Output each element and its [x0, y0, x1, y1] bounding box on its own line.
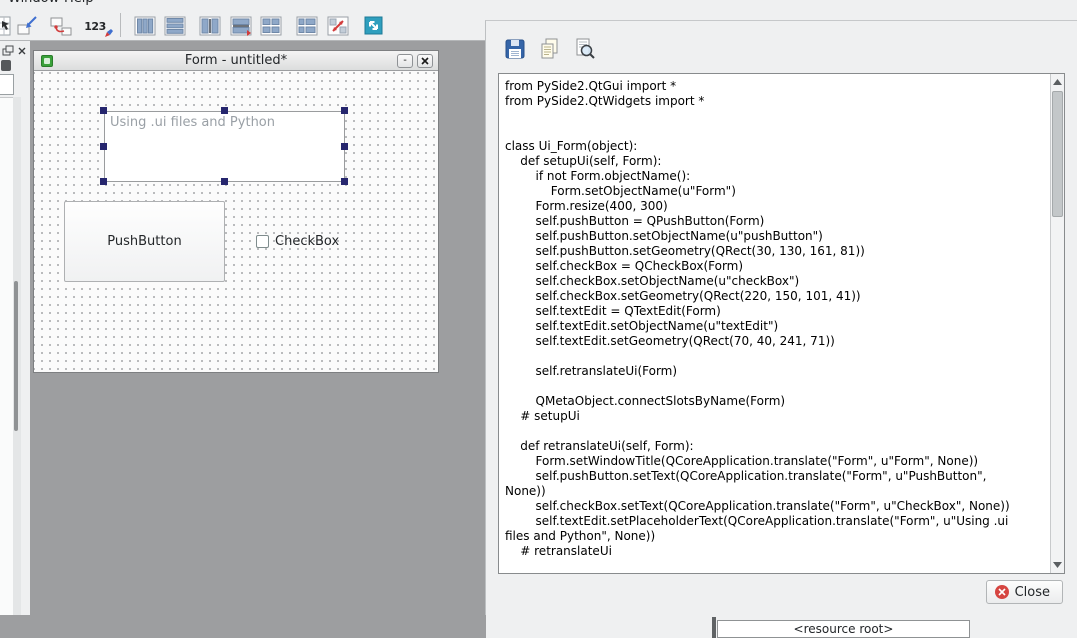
textedit-placeholder: Using .ui files and Python [105, 112, 344, 133]
layout-grid-icon [259, 14, 283, 38]
break-layout-icon [326, 14, 350, 38]
bottom-panel-area: <resource root> [486, 615, 1077, 638]
scrollbar-thumb[interactable] [14, 281, 18, 431]
widget-box-mode-icon[interactable] [1, 60, 11, 71]
arrow-up-icon [1053, 79, 1062, 85]
adjust-size-button[interactable] [360, 12, 388, 40]
form-window-title: Form - untitled* [34, 53, 438, 68]
dock-float-button[interactable] [1, 44, 14, 57]
code-scrollbar[interactable] [1050, 74, 1064, 573]
close-dialog-button[interactable]: Close [986, 580, 1063, 604]
checkbox-indicator [256, 235, 269, 248]
widget-box-list[interactable] [0, 97, 13, 615]
layout-horizontal-splitter-button[interactable] [196, 12, 224, 40]
close-icon [421, 57, 429, 65]
form-minimize-button[interactable]: - [397, 54, 413, 68]
code-preview-dialog: from PySide2.QtGui import * from PySide2… [485, 20, 1077, 615]
edit-signals-slots-icon [16, 14, 40, 38]
selection-handle-ne[interactable] [341, 107, 348, 114]
form-close-button[interactable] [417, 54, 433, 68]
pushbutton-widget[interactable]: PushButton [64, 201, 225, 282]
selection-handle-sw[interactable] [100, 178, 107, 185]
selection-handle-n[interactable] [221, 107, 228, 114]
layout-vertical-splitter-icon [229, 14, 253, 38]
layout-form-icon [295, 14, 319, 38]
adjust-size-icon [362, 14, 386, 38]
layout-horizontal-icon [133, 14, 157, 38]
widget-box-scrollbar[interactable] [13, 97, 21, 615]
selection-handle-e[interactable] [341, 143, 348, 150]
python-code: from PySide2.QtGui import * from PySide2… [499, 74, 1030, 564]
float-icon [2, 45, 14, 57]
close-button-label: Close [1015, 585, 1050, 600]
layout-vertical-icon [163, 14, 187, 38]
edit-tab-order-button[interactable]: 123 [79, 12, 111, 40]
edit-widgets-button[interactable] [0, 12, 15, 40]
code-text-area[interactable]: from PySide2.QtGui import * from PySide2… [498, 73, 1065, 574]
checkbox-widget[interactable]: CheckBox [254, 221, 355, 262]
widget-filter-input[interactable] [0, 74, 14, 95]
selection-handle-s[interactable] [221, 178, 228, 185]
edit-widgets-icon [0, 14, 13, 38]
selection-handle-nw[interactable] [100, 107, 107, 114]
edit-buddies-button[interactable] [47, 12, 75, 40]
selection-handle-se[interactable] [341, 178, 348, 185]
form-canvas[interactable]: Using .ui files and Python PushButton Ch… [34, 71, 438, 372]
find-icon [573, 37, 597, 61]
dock-close-button[interactable] [15, 44, 28, 57]
arrow-down-icon [1053, 562, 1062, 568]
scrollbar-thumb[interactable] [1052, 91, 1063, 217]
edit-tab-order-icon: 123 [84, 20, 105, 33]
copy-icon [538, 37, 562, 61]
layout-grid-button[interactable] [257, 12, 285, 40]
find-button[interactable] [572, 36, 598, 62]
main-toolbar: 123 [0, 8, 486, 41]
layout-form-button[interactable] [293, 12, 321, 40]
layout-horizontal-button[interactable] [131, 12, 159, 40]
dialog-toolbar [502, 36, 598, 62]
layout-horizontal-splitter-icon [198, 14, 222, 38]
layout-vertical-splitter-button[interactable] [227, 12, 255, 40]
resource-root-item[interactable]: <resource root> [717, 620, 970, 638]
break-layout-button[interactable] [324, 12, 352, 40]
edit-buddies-icon [49, 14, 73, 38]
save-icon [503, 37, 527, 61]
edit-signals-slots-button[interactable] [14, 12, 42, 40]
selection-handle-w[interactable] [100, 143, 107, 150]
close-circle-icon [995, 585, 1009, 599]
checkbox-label: CheckBox [275, 234, 339, 249]
pushbutton-label: PushButton [107, 234, 181, 249]
widget-box-dock [0, 41, 30, 615]
form-window-titlebar[interactable]: Form - untitled* - [34, 51, 438, 71]
menu-window[interactable]: Window [8, 0, 59, 6]
toolbar-separator [120, 13, 121, 37]
layout-vertical-button[interactable] [161, 12, 189, 40]
scroll-down-button[interactable] [1051, 558, 1064, 572]
panel-splitter[interactable] [712, 617, 716, 638]
save-button[interactable] [502, 36, 528, 62]
textedit-widget[interactable]: Using .ui files and Python [104, 111, 345, 182]
menu-help[interactable]: Help [64, 0, 94, 6]
copy-button[interactable] [537, 36, 563, 62]
menubar: Window Help [0, 0, 486, 8]
form-designer-window: Form - untitled* - Using .ui files and P… [33, 50, 439, 373]
scroll-up-button[interactable] [1051, 75, 1064, 89]
close-icon [17, 46, 27, 56]
